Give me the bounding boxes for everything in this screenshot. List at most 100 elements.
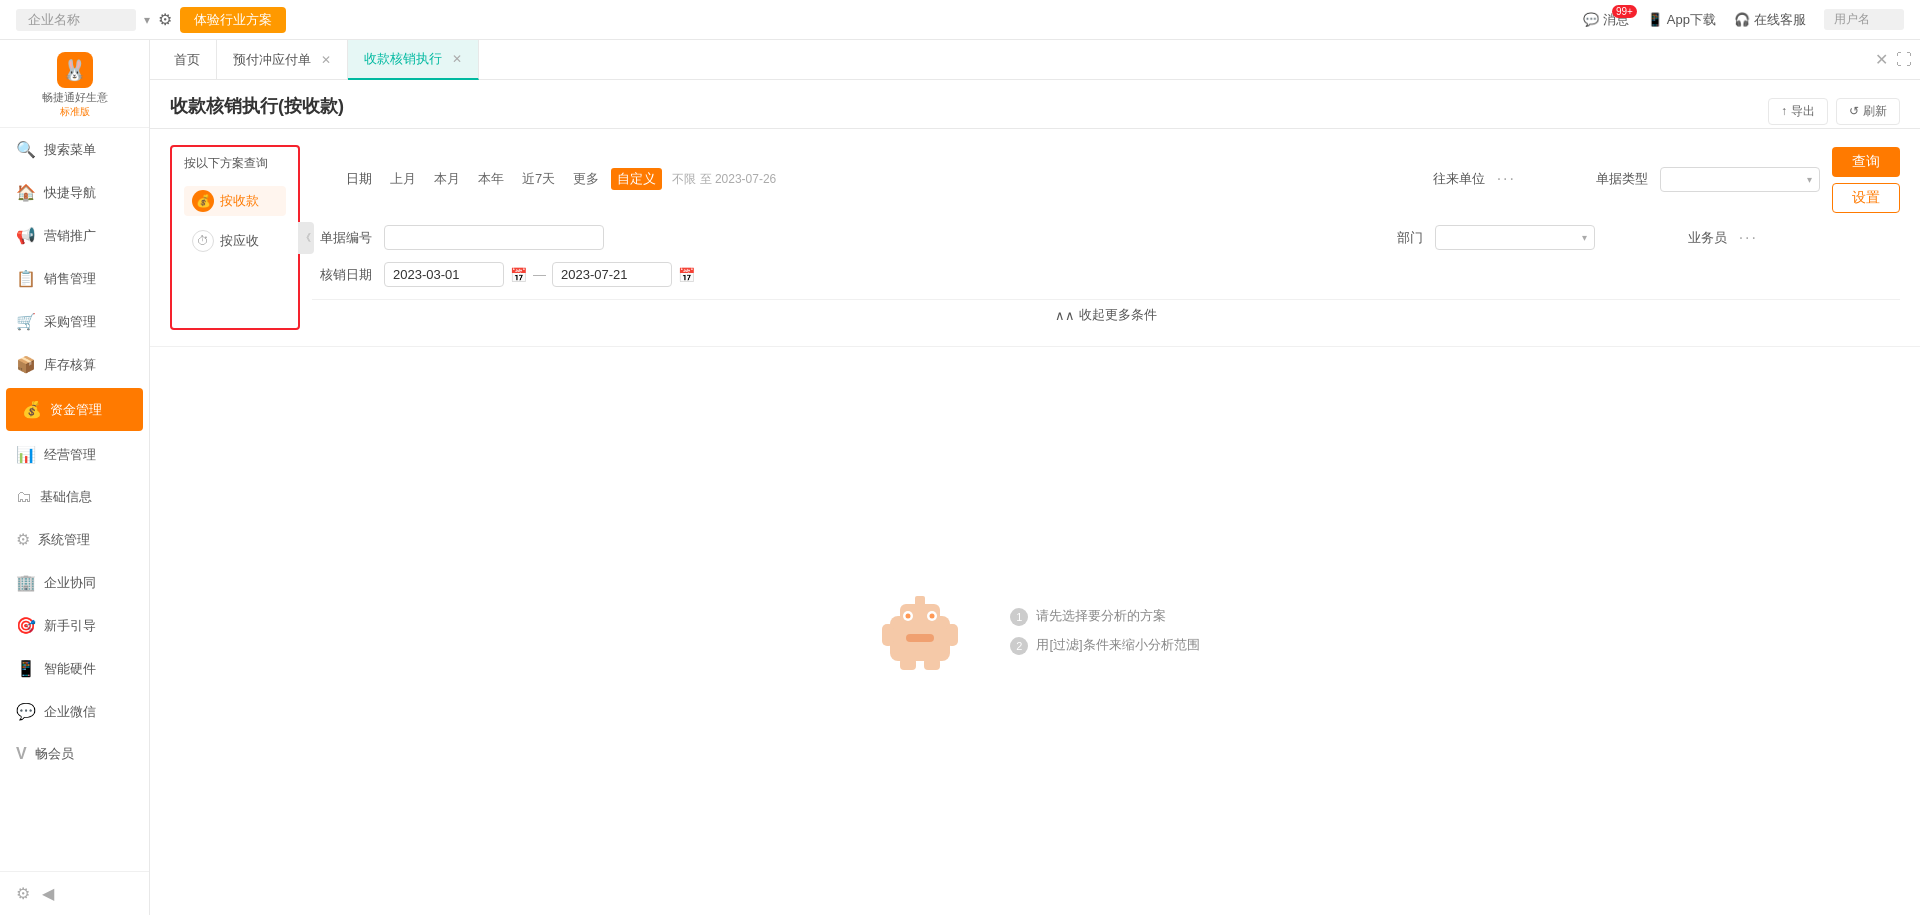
tab-bar-actions: ✕ ⛶ <box>1875 50 1912 69</box>
settings-btn[interactable]: 设置 <box>1832 183 1900 213</box>
sidebar-item-purchase[interactable]: 🛒 采购管理 <box>0 300 149 343</box>
salesperson-label: 业务员 <box>1667 229 1727 247</box>
filter-option-label: 按应收 <box>220 232 259 250</box>
doc-no-input[interactable] <box>384 225 604 250</box>
verify-date-start-calendar-icon[interactable]: 📅 <box>510 267 527 283</box>
date-options-group: 上月 本月 本年 近7天 更多 自定义 不限 至 2023-07-26 <box>384 168 776 190</box>
finance-icon: 💰 <box>22 400 42 419</box>
date-btn-custom[interactable]: 自定义 <box>611 168 662 190</box>
date-btn-more[interactable]: 更多 <box>567 168 605 190</box>
empty-hint-2: 2 用[过滤]条件来缩小分析范围 <box>1010 636 1199 655</box>
sidebar-item-marketing[interactable]: 📢 营销推广 <box>0 214 149 257</box>
date-btn-last-month[interactable]: 上月 <box>384 168 422 190</box>
svg-point-6 <box>930 614 935 619</box>
filter-option-by-receipt[interactable]: 💰 按收款 <box>184 186 286 216</box>
headset-icon: 🎧 <box>1734 12 1750 27</box>
empty-state: 1 请先选择要分析的方案 2 用[过滤]条件来缩小分析范围 <box>150 347 1920 915</box>
sidebar-item-base-info[interactable]: 🗂 基础信息 <box>0 476 149 518</box>
tab-receipt-offset[interactable]: 收款核销执行 ✕ <box>348 40 479 80</box>
refresh-btn[interactable]: ↺ 刷新 <box>1836 98 1900 125</box>
settings-icon[interactable]: ⚙ <box>158 10 172 29</box>
counterparty-input[interactable]: ··· <box>1497 170 1516 188</box>
sidebar-label: 企业协同 <box>44 574 96 592</box>
sidebar-item-system[interactable]: ⚙ 系统管理 <box>0 518 149 561</box>
collapse-more-label: 收起更多条件 <box>1079 306 1157 324</box>
collapse-sidebar-icon[interactable]: ◀ <box>42 884 54 903</box>
sidebar-item-guide[interactable]: 🎯 新手引导 <box>0 604 149 647</box>
sidebar-item-inventory[interactable]: 📦 库存核算 <box>0 343 149 386</box>
tab-prepay-offset[interactable]: 预付冲应付单 ✕ <box>217 40 348 80</box>
sidebar-label: 系统管理 <box>38 531 90 549</box>
filter-fields: 日期 上月 本月 本年 近7天 更多 自定义 不限 至 2023-07-26 往… <box>312 145 1900 330</box>
search-icon: 🔍 <box>16 140 36 159</box>
date-btn-this-year[interactable]: 本年 <box>472 168 510 190</box>
tab-expand-btn[interactable]: ⛶ <box>1896 51 1912 69</box>
salesperson-input[interactable]: ··· <box>1739 229 1758 247</box>
tab-receipt-close-icon[interactable]: ✕ <box>452 52 462 66</box>
sidebar-item-wechat[interactable]: 💬 企业微信 <box>0 690 149 733</box>
sidebar-item-search-menu[interactable]: 🔍 搜索菜单 <box>0 128 149 171</box>
content-area: 收款核销执行(按收款) ↑ 导出 ↺ 刷新 按以下方案查询 <box>150 80 1920 915</box>
message-link[interactable]: 💬 消息 99+ <box>1583 11 1629 29</box>
filter-scheme-selector: 按以下方案查询 💰 按收款 ⏱ 按应收 《 <box>170 145 300 330</box>
hardware-icon: 📱 <box>16 659 36 678</box>
sidebar-item-quick-nav[interactable]: 🏠 快捷导航 <box>0 171 149 214</box>
collapse-filter-btn[interactable]: 《 <box>298 222 314 254</box>
top-header: 企业名称 ▾ ⚙ 体验行业方案 💬 消息 99+ 📱 App下载 🎧 在线客服 … <box>0 0 1920 40</box>
svg-rect-11 <box>924 658 940 670</box>
sidebar-item-hardware[interactable]: 📱 智能硬件 <box>0 647 149 690</box>
user-name[interactable]: 用户名 <box>1824 9 1904 30</box>
tab-prepay-label: 预付冲应付单 <box>233 51 311 69</box>
filter-row-2: 单据编号 部门 ▾ 业务员 ··· <box>312 225 1900 250</box>
verify-date-start-input[interactable] <box>384 262 504 287</box>
sidebar-item-operation[interactable]: 📊 经营管理 <box>0 433 149 476</box>
sidebar-item-finance[interactable]: 💰 资金管理 <box>6 388 143 431</box>
date-dash: — <box>533 267 546 282</box>
app-download-link[interactable]: 📱 App下载 <box>1647 11 1716 29</box>
verify-date-group: 📅 — 📅 <box>384 262 695 287</box>
sidebar-item-sales[interactable]: 📋 销售管理 <box>0 257 149 300</box>
filter-panel: 按以下方案查询 💰 按收款 ⏱ 按应收 《 日期 <box>150 129 1920 347</box>
app-name: 畅捷通好生意 <box>42 90 108 105</box>
hint-text-2: 用[过滤]条件来缩小分析范围 <box>1036 636 1199 654</box>
sidebar-bottom: ⚙ ◀ <box>0 871 149 915</box>
tab-home[interactable]: 首页 <box>158 40 217 80</box>
svg-rect-2 <box>915 596 925 606</box>
sidebar-item-enterprise[interactable]: 🏢 企业协同 <box>0 561 149 604</box>
query-btn[interactable]: 查询 <box>1832 147 1900 177</box>
tab-close-all-btn[interactable]: ✕ <box>1875 50 1888 69</box>
tab-prepay-close-icon[interactable]: ✕ <box>321 53 331 67</box>
app-edition: 标准版 <box>60 105 90 119</box>
hint-num-1: 1 <box>1010 608 1028 626</box>
sidebar-label: 搜索菜单 <box>44 141 96 159</box>
department-select[interactable] <box>1435 225 1595 250</box>
sidebar-label: 销售管理 <box>44 270 96 288</box>
solution-btn[interactable]: 体验行业方案 <box>180 7 286 33</box>
date-btn-this-month[interactable]: 本月 <box>428 168 466 190</box>
sidebar-label: 企业微信 <box>44 703 96 721</box>
sales-icon: 📋 <box>16 269 36 288</box>
counterparty-label: 往来单位 <box>1425 170 1485 188</box>
refresh-icon: ↺ <box>1849 104 1859 118</box>
query-actions: 查询 设置 <box>1832 147 1900 213</box>
export-btn[interactable]: ↑ 导出 <box>1768 98 1828 125</box>
filter-option-by-receivable[interactable]: ⏱ 按应收 <box>184 226 286 256</box>
sidebar-label: 智能硬件 <box>44 660 96 678</box>
brand-chevron-icon[interactable]: ▾ <box>144 13 150 27</box>
message-badge: 99+ <box>1612 5 1637 18</box>
verify-date-end-calendar-icon[interactable]: 📅 <box>678 267 695 283</box>
online-service-link[interactable]: 🎧 在线客服 <box>1734 11 1806 29</box>
doc-type-select[interactable] <box>1660 167 1820 192</box>
verify-date-label: 核销日期 <box>312 266 372 284</box>
message-icon: 💬 <box>1583 12 1599 27</box>
collapse-more-btn[interactable]: ∧∧ 收起更多条件 <box>312 299 1900 330</box>
app-icon: 📱 <box>1647 12 1663 27</box>
date-btn-last-7days[interactable]: 近7天 <box>516 168 561 190</box>
bottom-settings-icon[interactable]: ⚙ <box>16 884 30 903</box>
verify-date-end-input[interactable] <box>552 262 672 287</box>
sidebar-item-member[interactable]: V 畅会员 <box>0 733 149 775</box>
sidebar: 🐰 畅捷通好生意 标准版 🔍 搜索菜单 🏠 快捷导航 📢 营销推广 📋 销售管理… <box>0 40 150 915</box>
hint-num-2: 2 <box>1010 637 1028 655</box>
system-icon: ⚙ <box>16 530 30 549</box>
receivable-scheme-icon: ⏱ <box>192 230 214 252</box>
